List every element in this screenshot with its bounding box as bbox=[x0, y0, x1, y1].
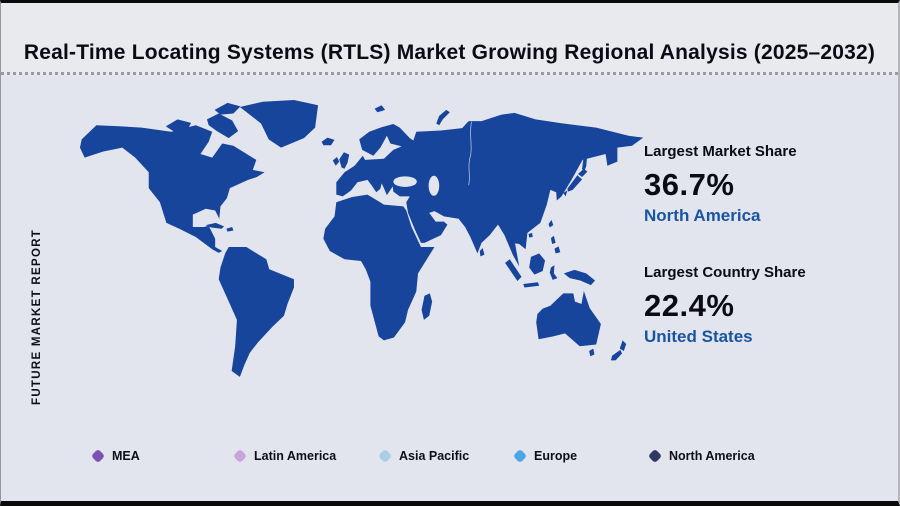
stat-value: 22.4% bbox=[644, 288, 735, 323]
british-isles bbox=[332, 152, 350, 169]
stat-label: Largest Country Share bbox=[644, 264, 806, 281]
taiwan bbox=[548, 219, 554, 228]
sumatra bbox=[505, 259, 522, 282]
borneo bbox=[529, 253, 546, 275]
continent-south-america bbox=[218, 246, 294, 377]
sri-lanka bbox=[479, 248, 485, 257]
legend-item-latin-america: Latin America bbox=[232, 448, 337, 464]
novaya-zemlya bbox=[436, 109, 450, 126]
greenland bbox=[239, 99, 319, 148]
new-zealand bbox=[610, 340, 627, 361]
page-title: Real-Time Locating Systems (RTLS) Market… bbox=[23, 41, 876, 64]
title-band: Real-Time Locating Systems (RTLS) Market… bbox=[1, 3, 898, 75]
australia bbox=[536, 291, 601, 347]
svalbard bbox=[374, 105, 386, 113]
stat-label: Largest Market Share bbox=[644, 143, 797, 160]
philippines bbox=[550, 235, 561, 254]
tasmania bbox=[589, 348, 595, 357]
legend-dot-icon bbox=[377, 448, 393, 464]
stat-largest-country-share: Largest Country Share 22.4% United State… bbox=[644, 264, 884, 347]
hainan bbox=[528, 232, 533, 238]
black-sea bbox=[393, 176, 417, 187]
legend-dot-icon bbox=[647, 448, 663, 464]
legend-item-north-america: North America bbox=[647, 448, 755, 464]
legend-item-europe: Europe bbox=[512, 448, 578, 464]
madagascar bbox=[421, 293, 433, 320]
world-map bbox=[79, 99, 644, 377]
java bbox=[523, 282, 540, 288]
legend-label: MEA bbox=[112, 449, 140, 463]
stat-region: United States bbox=[644, 327, 753, 346]
stats-panel: Largest Market Share 36.7% North America… bbox=[644, 143, 884, 347]
stat-value: 36.7% bbox=[644, 167, 735, 202]
infographic-frame: Real-Time Locating Systems (RTLS) Market… bbox=[0, 0, 900, 506]
legend-item-asia-pacific: Asia Pacific bbox=[377, 448, 470, 464]
new-guinea bbox=[563, 269, 596, 286]
continent-north-america bbox=[79, 125, 265, 253]
world-landmass bbox=[79, 99, 644, 377]
stat-region: North America bbox=[644, 206, 761, 225]
legend-label: North America bbox=[669, 449, 755, 463]
caspian-sea bbox=[428, 175, 440, 196]
legend-label: Europe bbox=[534, 449, 578, 463]
legend-dot-icon bbox=[512, 448, 528, 464]
watermark-brand-text: FUTURE MARKET REPORT bbox=[31, 228, 43, 405]
stat-largest-market-share: Largest Market Share 36.7% North America bbox=[644, 143, 884, 226]
legend-item-mea: MEA bbox=[90, 448, 140, 464]
sulawesi bbox=[549, 265, 558, 280]
legend-dot-icon bbox=[90, 448, 106, 464]
legend-label: Asia Pacific bbox=[399, 449, 470, 463]
legend: MEA Latin America Asia Pacific Europe No… bbox=[1, 448, 898, 473]
legend-dot-icon bbox=[232, 448, 248, 464]
legend-label: Latin America bbox=[254, 449, 337, 463]
iceland bbox=[321, 137, 335, 146]
